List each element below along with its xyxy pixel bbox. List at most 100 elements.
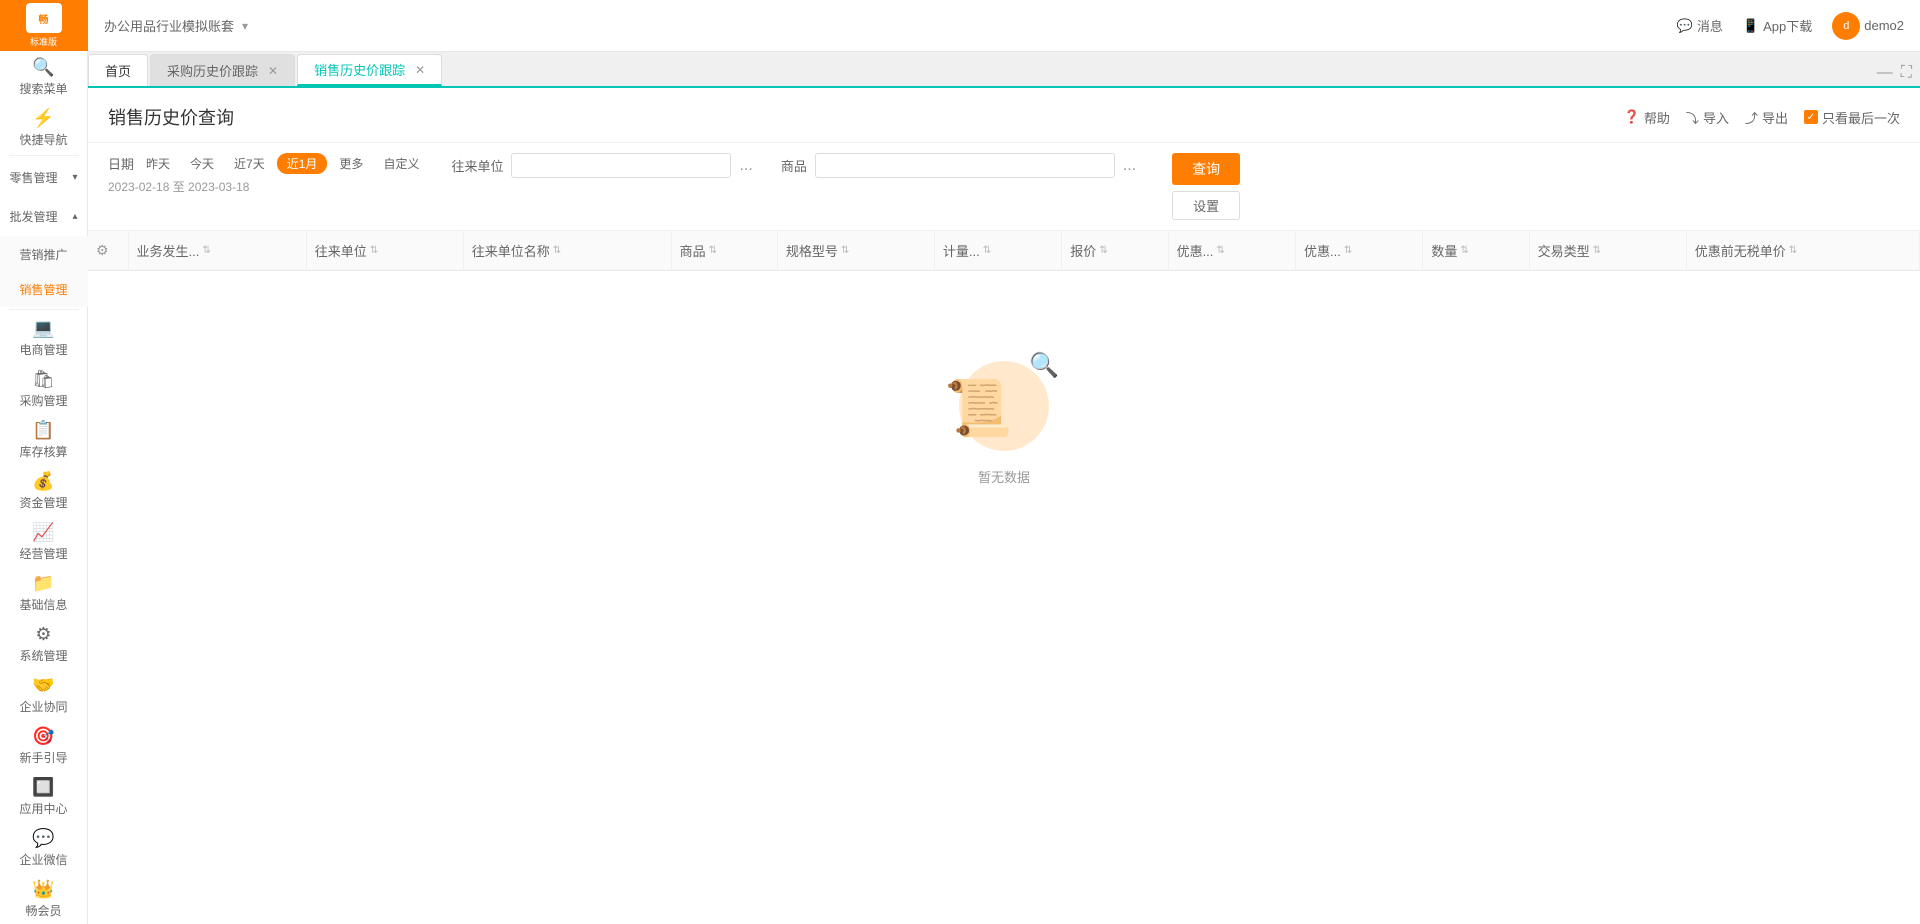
sidebar-item-label: 批发管理: [10, 208, 58, 225]
sidebar-item-finance[interactable]: 💰 资金管理: [0, 465, 88, 516]
th-biz-date-label: 业务发生...: [137, 241, 200, 260]
topbar-right: 💬 消息 📱 App下载 d demo2: [1677, 12, 1904, 40]
tab-purchase-close[interactable]: ✕: [268, 64, 278, 78]
th-price[interactable]: 报价 ⇅: [1062, 231, 1168, 271]
search-icon: 🔍: [32, 57, 54, 78]
sidebar-item-inventory[interactable]: 📋 库存核算: [0, 414, 88, 465]
topbar-left: 办公用品行业模拟账套 ▾: [104, 16, 248, 35]
tabbar-controls: — ⛶: [1877, 64, 1920, 86]
logo-text: 畅: [39, 11, 49, 26]
sidebar: 畅 标准版 🔍 搜索菜单 ⚡ 快捷导航 零售管理 ▾ 批发管理 ▴ 营销推广 销…: [0, 0, 88, 924]
goods-label: 商品: [781, 156, 807, 175]
gear-icon[interactable]: ⚙: [96, 242, 109, 258]
sidebar-item-label: 基础信息: [19, 596, 67, 613]
th-partner-name[interactable]: 往来单位名称 ⇅: [463, 231, 671, 271]
goods-input[interactable]: [815, 153, 1115, 178]
partner-dots-btn[interactable]: ...: [735, 157, 756, 175]
avatar-initial: d: [1843, 20, 1849, 32]
sidebar-item-wechat[interactable]: 💬 企业微信: [0, 822, 88, 873]
tab-home-label: 首页: [105, 61, 131, 80]
th-settings[interactable]: ⚙: [88, 231, 128, 271]
empty-image: 📜 🔍: [944, 351, 1064, 451]
date-btn-today[interactable]: 今天: [182, 153, 222, 174]
topbar-dropdown-icon[interactable]: ▾: [242, 19, 248, 33]
logo[interactable]: 畅 标准版: [0, 0, 88, 51]
th-unit-label: 计量...: [943, 241, 980, 260]
sort-icon: ⇅: [1344, 245, 1352, 256]
sidebar-item-label: 系统管理: [19, 647, 67, 664]
th-spec-label: 规格型号: [786, 241, 838, 260]
sidebar-item-marketing[interactable]: 营销推广: [0, 236, 88, 271]
sidebar-item-system[interactable]: ⚙ 系统管理: [0, 618, 88, 669]
goods-dots-btn[interactable]: ...: [1119, 157, 1140, 175]
filter-row: 日期 昨天 今天 近7天 近1月 更多 自定义 2023-02-18 至 202…: [108, 153, 1900, 220]
app-download-btn[interactable]: 📱 App下载: [1743, 16, 1812, 35]
settings-button[interactable]: 设置: [1172, 191, 1240, 220]
user-avatar[interactable]: d demo2: [1832, 12, 1904, 40]
th-goods[interactable]: 商品 ⇅: [671, 231, 777, 271]
date-btn-7days[interactable]: 近7天: [226, 153, 273, 174]
export-label: 导出: [1762, 108, 1788, 127]
th-pre-tax[interactable]: 优惠前无税单价 ⇅: [1686, 231, 1919, 271]
sidebar-item-basic[interactable]: 📁 基础信息: [0, 567, 88, 618]
date-btn-custom[interactable]: 自定义: [375, 153, 427, 174]
partner-input[interactable]: [511, 153, 731, 178]
divider: [9, 309, 79, 310]
sidebar-item-sales-mgmt[interactable]: 销售管理: [0, 272, 88, 307]
page-title: 销售历史价查询: [108, 104, 234, 130]
th-unit[interactable]: 计量... ⇅: [934, 231, 1061, 271]
sidebar-item-enterprise[interactable]: 🤝 企业协同: [0, 669, 88, 720]
sidebar-item-operations[interactable]: 📈 经营管理: [0, 516, 88, 567]
import-label: 导入: [1703, 108, 1729, 127]
tab-home[interactable]: 首页: [88, 54, 148, 86]
help-icon: ❓: [1624, 109, 1640, 125]
chevron-down-icon: ▾: [72, 172, 77, 183]
avatar-circle: d: [1832, 12, 1860, 40]
sidebar-item-purchase[interactable]: 🛍 采购管理: [0, 363, 88, 414]
sidebar-item-search[interactable]: 🔍 搜索菜单: [0, 51, 88, 102]
sort-icon: ⇅: [983, 245, 991, 256]
empty-scroll-icon: 📜: [944, 376, 1012, 441]
message-icon: 💬: [1677, 18, 1693, 34]
sidebar-item-label: 企业微信: [19, 851, 67, 868]
th-discount2[interactable]: 优惠... ⇅: [1295, 231, 1422, 271]
inventory-icon: 📋: [32, 420, 54, 441]
basic-icon: 📁: [32, 573, 54, 594]
sidebar-item-apps[interactable]: 🔲 应用中心: [0, 771, 88, 822]
th-trade-type[interactable]: 交易类型 ⇅: [1529, 231, 1686, 271]
message-btn[interactable]: 💬 消息: [1677, 16, 1723, 35]
import-btn[interactable]: ⤵ 导入: [1686, 108, 1729, 127]
tab-sales[interactable]: 销售历史价跟踪 ✕: [297, 54, 442, 86]
help-btn[interactable]: ❓ 帮助: [1624, 108, 1670, 127]
tab-minimize-btn[interactable]: —: [1877, 64, 1893, 82]
download-icon: 📱: [1743, 18, 1759, 34]
sort-icon: ⇅: [1216, 245, 1224, 256]
query-button[interactable]: 查询: [1172, 153, 1240, 185]
tab-maximize-btn[interactable]: ⛶: [1901, 64, 1912, 82]
sidebar-item-member[interactable]: 👑 畅会员: [0, 873, 88, 924]
sidebar-item-retail[interactable]: 零售管理 ▾: [0, 158, 88, 197]
table-header-row: ⚙ 业务发生... ⇅ 往来单位 ⇅: [88, 231, 1920, 271]
sidebar-item-label: 营销推广: [19, 246, 67, 263]
date-btn-more[interactable]: 更多: [331, 153, 371, 174]
tab-purchase[interactable]: 采购历史价跟踪 ✕: [150, 54, 295, 86]
th-partner-code[interactable]: 往来单位 ⇅: [306, 231, 463, 271]
th-biz-date[interactable]: 业务发生... ⇅: [128, 231, 306, 271]
sidebar-item-shortcut[interactable]: ⚡ 快捷导航: [0, 102, 88, 153]
th-spec[interactable]: 规格型号 ⇅: [777, 231, 934, 271]
main-area: 办公用品行业模拟账套 ▾ 💬 消息 📱 App下载 d demo2 首页: [88, 0, 1920, 924]
tab-sales-close[interactable]: ✕: [415, 63, 425, 77]
table-header: ⚙ 业务发生... ⇅ 往来单位 ⇅: [88, 231, 1920, 271]
th-partner-name-label: 往来单位名称: [472, 241, 550, 260]
sidebar-item-wholesale[interactable]: 批发管理 ▴: [0, 197, 88, 236]
date-btn-yesterday[interactable]: 昨天: [138, 153, 178, 174]
only-last-checkbox[interactable]: 只看最后一次: [1804, 108, 1900, 127]
th-qty[interactable]: 数量 ⇅: [1423, 231, 1529, 271]
sidebar-item-newbie[interactable]: 🎯 新手引导: [0, 720, 88, 771]
topbar: 办公用品行业模拟账套 ▾ 💬 消息 📱 App下载 d demo2: [88, 0, 1920, 52]
tab-purchase-label: 采购历史价跟踪: [167, 61, 258, 80]
th-discount1[interactable]: 优惠... ⇅: [1168, 231, 1295, 271]
export-btn[interactable]: ⤴ 导出: [1745, 108, 1788, 127]
sidebar-item-ecommerce[interactable]: 💻 电商管理: [0, 312, 88, 363]
date-btn-1month[interactable]: 近1月: [277, 153, 328, 174]
